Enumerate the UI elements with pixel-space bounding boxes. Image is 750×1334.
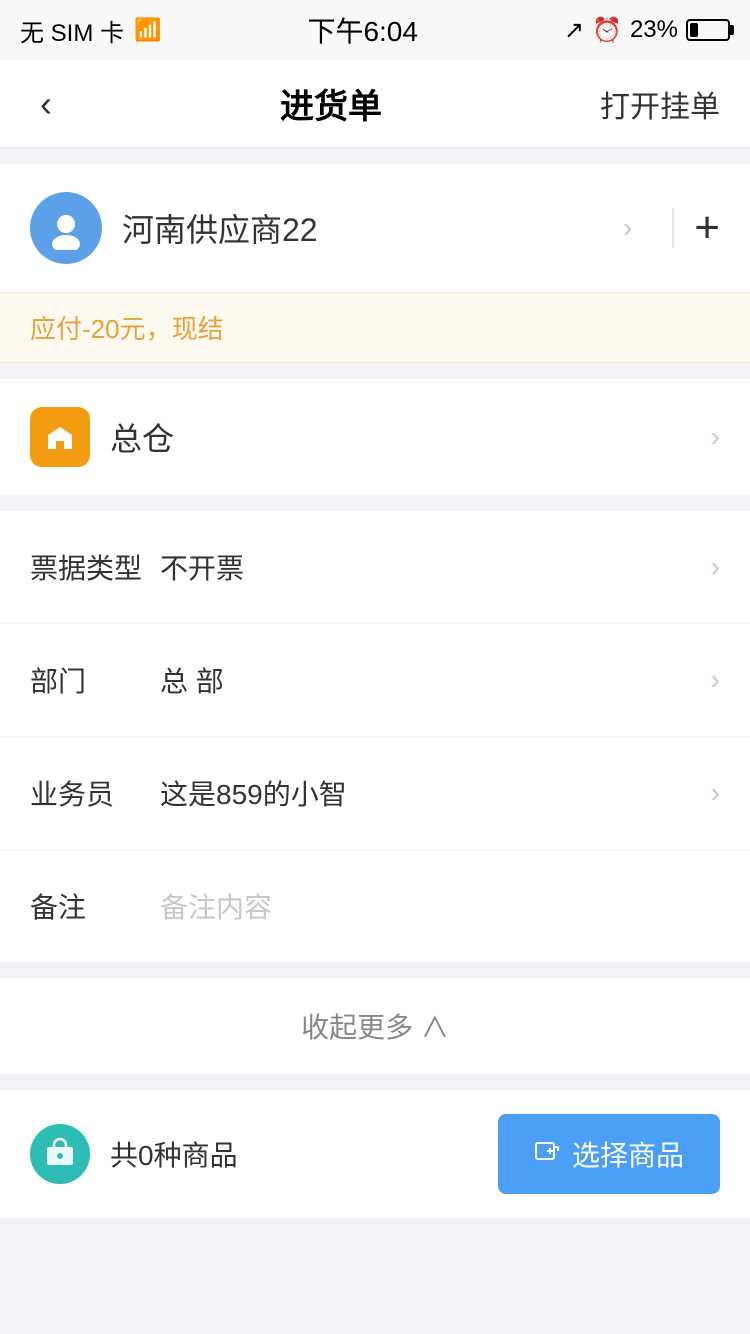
supplier-section: 河南供应商22 › + 应付-20元，现结 (0, 164, 750, 363)
status-time: 下午6:04 (307, 10, 418, 50)
select-goods-label: 选择商品 (572, 1134, 684, 1174)
supplier-avatar (30, 192, 102, 264)
alarm-icon: ⏰ (592, 16, 622, 45)
supplier-name: 河南供应商22 (122, 205, 623, 251)
page-title: 进货单 (280, 79, 382, 128)
department-value: 总 部 (160, 660, 711, 700)
supplier-divider (672, 208, 674, 248)
supplier-notice: 应付-20元，现结 (0, 292, 750, 363)
remark-label: 备注 (30, 886, 160, 926)
warehouse-name: 总仓 (110, 414, 711, 460)
department-row[interactable]: 部门 总 部 › (0, 624, 750, 737)
status-right: ↗ ⏰ 23% (564, 16, 730, 45)
status-bar: 无 SIM 卡 📶 下午6:04 ↗ ⏰ 23% (0, 0, 750, 60)
carrier-label: 无 SIM 卡 (20, 13, 124, 48)
supplier-arrow-icon: › (623, 212, 632, 244)
goods-icon (30, 1124, 90, 1184)
invoice-type-row[interactable]: 票据类型 不开票 › (0, 511, 750, 624)
department-arrow-icon: › (711, 664, 720, 696)
salesperson-arrow-icon: › (711, 777, 720, 809)
battery-percent: 23% (630, 16, 678, 44)
invoice-type-arrow-icon: › (711, 551, 720, 583)
remark-input[interactable]: 备注内容 (160, 886, 720, 926)
battery-icon (686, 19, 730, 41)
bottom-bar: 共0种商品 选择商品 (0, 1090, 750, 1218)
goods-count-label: 共0种商品 (110, 1134, 498, 1174)
nav-bar: ‹ 进货单 打开挂单 (0, 60, 750, 148)
wifi-icon: 📶 (134, 17, 161, 43)
salesperson-value: 这是859的小智 (160, 773, 711, 813)
location-icon: ↗ (564, 16, 584, 45)
collapse-label: 收起更多 ∧ (301, 1006, 449, 1046)
invoice-type-value: 不开票 (160, 547, 711, 587)
select-goods-button[interactable]: 选择商品 (498, 1114, 720, 1194)
status-left: 无 SIM 卡 📶 (20, 13, 161, 48)
supplier-add-button[interactable]: + (694, 206, 720, 250)
warehouse-arrow-icon: › (711, 421, 720, 453)
collapse-button[interactable]: 收起更多 ∧ (0, 978, 750, 1074)
select-goods-icon (534, 1137, 562, 1172)
open-pending-button[interactable]: 打开挂单 (600, 82, 720, 126)
salesperson-label: 业务员 (30, 773, 160, 813)
remark-row[interactable]: 备注 备注内容 (0, 850, 750, 962)
department-label: 部门 (30, 660, 160, 700)
battery-fill (690, 23, 698, 37)
supplier-row[interactable]: 河南供应商22 › + (0, 164, 750, 292)
invoice-type-label: 票据类型 (30, 547, 160, 587)
back-button[interactable]: ‹ (30, 73, 62, 135)
warehouse-row[interactable]: 总仓 › (0, 379, 750, 495)
warehouse-icon (30, 407, 90, 467)
form-section: 票据类型 不开票 › 部门 总 部 › 业务员 这是859的小智 › 备注 备注… (0, 511, 750, 962)
divider-1 (0, 148, 750, 164)
salesperson-row[interactable]: 业务员 这是859的小智 › (0, 737, 750, 850)
